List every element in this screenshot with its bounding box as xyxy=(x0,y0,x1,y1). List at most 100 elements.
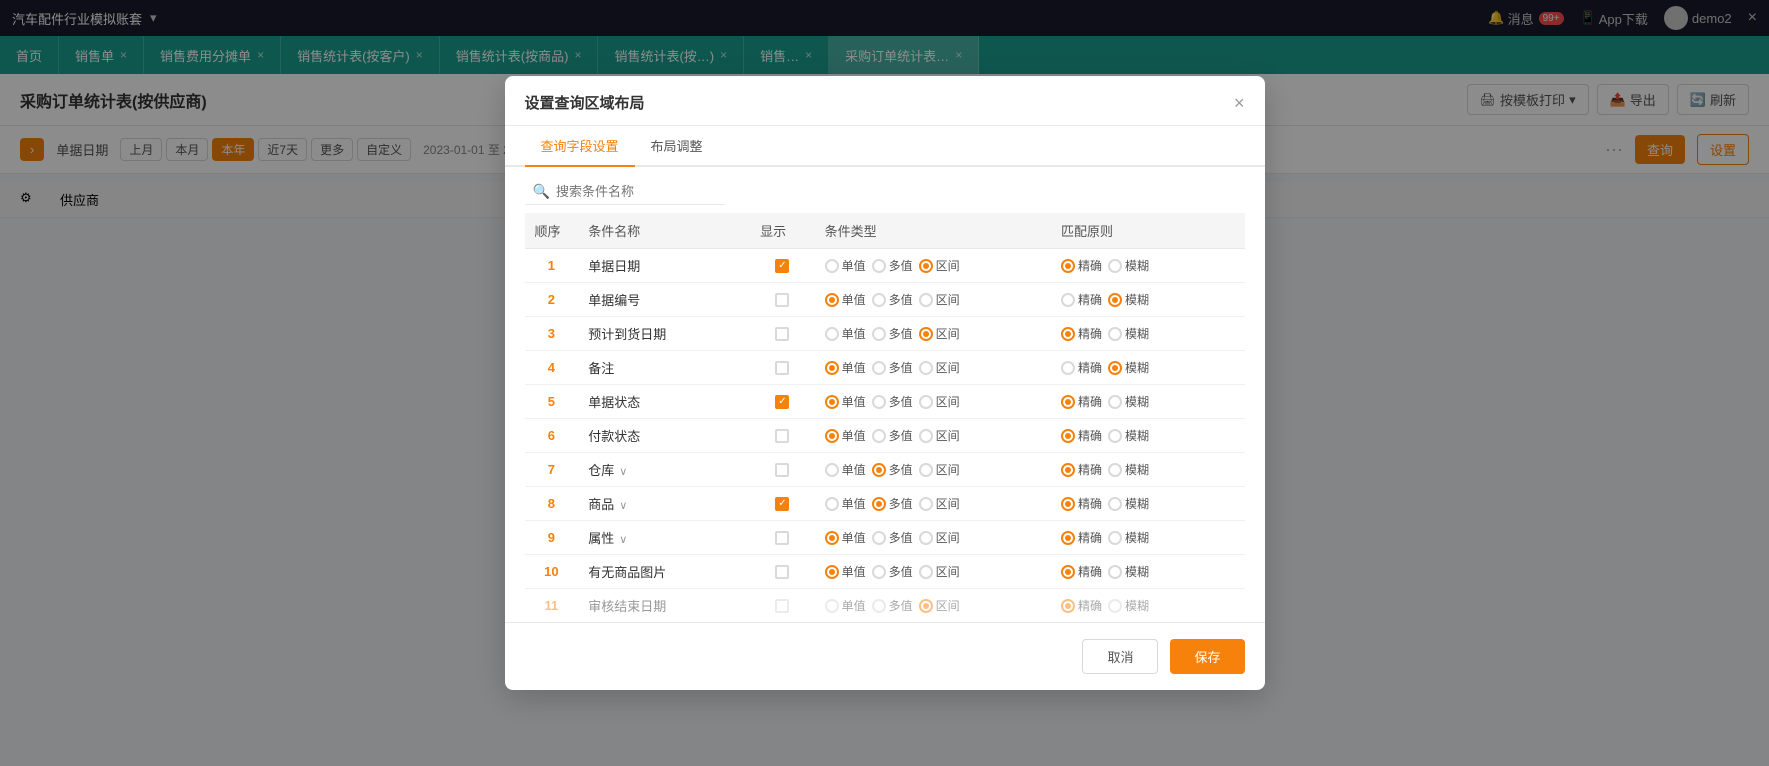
row-show-checkbox[interactable] xyxy=(750,283,814,317)
radio-match-模糊[interactable]: 模糊 xyxy=(1108,461,1149,478)
save-button[interactable]: 保存 xyxy=(1170,639,1244,674)
radio-circle xyxy=(825,327,839,341)
radio-type-区间[interactable]: 区间 xyxy=(919,461,960,478)
radio-match-精确[interactable]: 精确 xyxy=(1061,495,1102,512)
radio-type-区间[interactable]: 区间 xyxy=(919,291,960,308)
search-input[interactable] xyxy=(556,184,716,199)
radio-match-模糊[interactable]: 模糊 xyxy=(1108,291,1149,308)
radio-type-区间[interactable]: 区间 xyxy=(919,393,960,410)
radio-match-模糊[interactable]: 模糊 xyxy=(1108,393,1149,410)
radio-match-模糊[interactable]: 模糊 xyxy=(1108,563,1149,580)
radio-label: 单值 xyxy=(842,495,866,512)
radio-match-精确[interactable]: 精确 xyxy=(1061,529,1102,546)
radio-type-多值[interactable]: 多值 xyxy=(872,427,913,444)
radio-type-单值[interactable]: 单值 xyxy=(825,291,866,308)
radio-label: 模糊 xyxy=(1125,563,1149,580)
radio-match-精确[interactable]: 精确 xyxy=(1061,563,1102,580)
dialog-tab-bar: 查询字段设置 布局调整 xyxy=(505,126,1265,167)
row-condition-name: 付款状态 xyxy=(578,419,750,453)
row-show-checkbox[interactable] xyxy=(750,453,814,487)
radio-type-多值[interactable]: 多值 xyxy=(872,529,913,546)
row-show-checkbox[interactable] xyxy=(750,521,814,555)
row-show-checkbox[interactable] xyxy=(750,351,814,385)
radio-circle xyxy=(872,429,886,443)
radio-match-精确[interactable]: 精确 xyxy=(1061,359,1102,376)
radio-match-模糊[interactable]: 模糊 xyxy=(1108,359,1149,376)
radio-type-区间[interactable]: 区间 xyxy=(919,427,960,444)
expand-arrow-icon[interactable]: ∨ xyxy=(616,534,627,546)
checkbox[interactable] xyxy=(775,463,789,477)
radio-type-单值[interactable]: 单值 xyxy=(825,563,866,580)
row-show-checkbox[interactable] xyxy=(750,487,814,521)
radio-type-单值[interactable]: 单值 xyxy=(825,597,866,614)
dialog-tab-query-fields[interactable]: 查询字段设置 xyxy=(525,126,635,167)
radio-type-区间[interactable]: 区间 xyxy=(919,257,960,274)
radio-match-模糊[interactable]: 模糊 xyxy=(1108,495,1149,512)
radio-match-精确[interactable]: 精确 xyxy=(1061,597,1102,614)
radio-type-单值[interactable]: 单值 xyxy=(825,495,866,512)
expand-arrow-icon[interactable]: ∨ xyxy=(616,466,627,478)
checkbox[interactable] xyxy=(775,531,789,545)
row-show-checkbox[interactable] xyxy=(750,419,814,453)
radio-type-多值[interactable]: 多值 xyxy=(872,325,913,342)
radio-type-区间[interactable]: 区间 xyxy=(919,359,960,376)
radio-label: 区间 xyxy=(936,529,960,546)
radio-type-单值[interactable]: 单值 xyxy=(825,359,866,376)
checkbox[interactable] xyxy=(775,565,789,579)
radio-type-多值[interactable]: 多值 xyxy=(872,563,913,580)
radio-type-多值[interactable]: 多值 xyxy=(872,461,913,478)
radio-type-单值[interactable]: 单值 xyxy=(825,529,866,546)
radio-type-多值[interactable]: 多值 xyxy=(872,597,913,614)
dialog-tab-layout[interactable]: 布局调整 xyxy=(635,126,719,167)
radio-label: 模糊 xyxy=(1125,325,1149,342)
row-show-checkbox[interactable] xyxy=(750,385,814,419)
radio-circle xyxy=(1061,497,1075,511)
radio-type-多值[interactable]: 多值 xyxy=(872,257,913,274)
radio-circle xyxy=(825,429,839,443)
radio-match-精确[interactable]: 精确 xyxy=(1061,427,1102,444)
radio-type-区间[interactable]: 区间 xyxy=(919,529,960,546)
radio-type-区间[interactable]: 区间 xyxy=(919,325,960,342)
radio-match-模糊[interactable]: 模糊 xyxy=(1108,325,1149,342)
radio-match-精确[interactable]: 精确 xyxy=(1061,393,1102,410)
checkbox[interactable] xyxy=(775,395,789,409)
expand-arrow-icon[interactable]: ∨ xyxy=(616,500,627,512)
row-order: 2 xyxy=(525,283,579,317)
radio-match-模糊[interactable]: 模糊 xyxy=(1108,257,1149,274)
radio-match-精确[interactable]: 精确 xyxy=(1061,325,1102,342)
radio-type-单值[interactable]: 单值 xyxy=(825,325,866,342)
radio-type-多值[interactable]: 多值 xyxy=(872,359,913,376)
checkbox[interactable] xyxy=(775,361,789,375)
radio-type-多值[interactable]: 多值 xyxy=(872,495,913,512)
radio-match-模糊[interactable]: 模糊 xyxy=(1108,529,1149,546)
radio-type-区间[interactable]: 区间 xyxy=(919,597,960,614)
checkbox[interactable] xyxy=(775,599,789,613)
row-match-options: 精确模糊 xyxy=(1051,351,1244,385)
checkbox[interactable] xyxy=(775,497,789,511)
radio-match-精确[interactable]: 精确 xyxy=(1061,291,1102,308)
radio-type-单值[interactable]: 单值 xyxy=(825,427,866,444)
radio-type-单值[interactable]: 单值 xyxy=(825,393,866,410)
cancel-button[interactable]: 取消 xyxy=(1082,639,1158,674)
row-show-checkbox[interactable] xyxy=(750,589,814,623)
radio-match-精确[interactable]: 精确 xyxy=(1061,461,1102,478)
radio-type-单值[interactable]: 单值 xyxy=(825,461,866,478)
row-show-checkbox[interactable] xyxy=(750,317,814,351)
row-show-checkbox[interactable] xyxy=(750,249,814,283)
checkbox[interactable] xyxy=(775,327,789,341)
checkbox[interactable] xyxy=(775,429,789,443)
radio-circle xyxy=(1061,327,1075,341)
radio-type-区间[interactable]: 区间 xyxy=(919,495,960,512)
radio-match-精确[interactable]: 精确 xyxy=(1061,257,1102,274)
row-type-options: 单值多值区间 xyxy=(815,351,1051,385)
checkbox[interactable] xyxy=(775,259,789,273)
radio-type-多值[interactable]: 多值 xyxy=(872,393,913,410)
dialog-close-button[interactable]: × xyxy=(1234,94,1245,112)
radio-type-区间[interactable]: 区间 xyxy=(919,563,960,580)
radio-type-多值[interactable]: 多值 xyxy=(872,291,913,308)
row-show-checkbox[interactable] xyxy=(750,555,814,589)
radio-type-单值[interactable]: 单值 xyxy=(825,257,866,274)
radio-match-模糊[interactable]: 模糊 xyxy=(1108,597,1149,614)
checkbox[interactable] xyxy=(775,293,789,307)
radio-match-模糊[interactable]: 模糊 xyxy=(1108,427,1149,444)
